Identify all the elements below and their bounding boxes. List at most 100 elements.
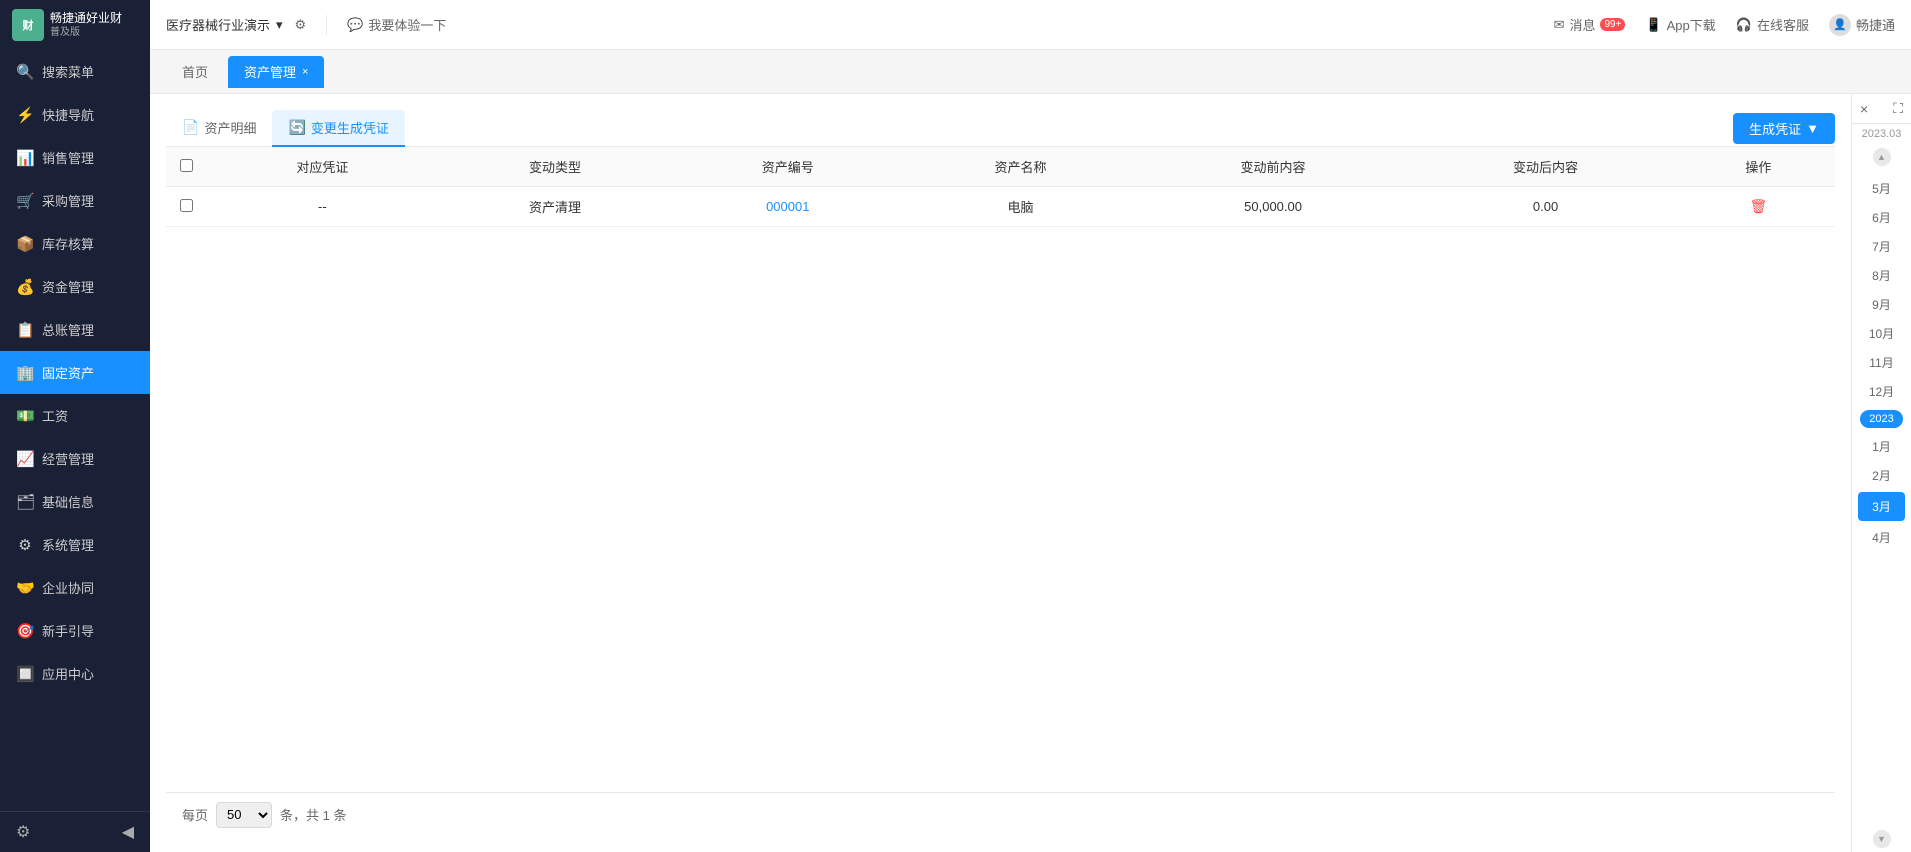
sidebar-item-business[interactable]: 📈经营管理: [0, 437, 150, 480]
month-item[interactable]: 7月: [1852, 232, 1911, 261]
row-checkbox[interactable]: [180, 199, 193, 212]
nav-down-btn[interactable]: ▼: [1873, 830, 1891, 848]
user-btn[interactable]: 👤 畅捷通: [1829, 14, 1895, 36]
tab-close-icon[interactable]: ×: [302, 66, 308, 78]
right-panel: × ⛶ 2023.03 ▲ 5月6月7月8月9月10月11月12月20231月2…: [1851, 94, 1911, 852]
feedback-btn[interactable]: 💬 我要体验一下: [347, 15, 446, 34]
message-label: 消息: [1569, 15, 1595, 34]
subtab-change-voucher-label: 变更生成凭证: [311, 118, 389, 137]
sidebar-purchase-icon: 🛒: [16, 192, 34, 210]
sidebar-item-basic[interactable]: 🗂基础信息: [0, 480, 150, 523]
col-before-change: 变动前内容: [1137, 147, 1410, 187]
sidebar-item-finance[interactable]: 💰资金管理: [0, 265, 150, 308]
month-item[interactable]: 9月: [1852, 290, 1911, 319]
sidebar-item-purchase[interactable]: 🛒采购管理: [0, 179, 150, 222]
collapse-icon[interactable]: ◀: [122, 822, 134, 842]
cell-action: 🗑: [1682, 187, 1835, 227]
sidebar-ledger-label: 总账管理: [42, 320, 94, 339]
sidebar-nav: 🔍搜索菜单⚡快捷导航📊销售管理🛒采购管理📦库存核算💰资金管理📋总账管理🏢固定资产…: [0, 50, 150, 811]
sidebar-item-guide[interactable]: 🎯新手引导: [0, 609, 150, 652]
asset-detail-icon: 📄: [182, 119, 199, 136]
sidebar-appstore-label: 应用中心: [42, 664, 94, 683]
message-badge: 99+: [1600, 18, 1625, 31]
message-btn[interactable]: ✉ 消息 99+: [1554, 15, 1626, 34]
sidebar-item-collab[interactable]: 🤝企业协同: [0, 566, 150, 609]
col-after-change: 变动后内容: [1409, 147, 1682, 187]
header-checkbox-cell: [166, 147, 206, 187]
cell-asset-name: 电脑: [904, 187, 1137, 227]
feedback-label: 我要体验一下: [368, 15, 446, 34]
sidebar-item-appstore[interactable]: 🔲 应用中心: [0, 652, 150, 695]
tab-bar: 首页 资产管理 ×: [150, 50, 1911, 94]
generate-btn-label: 生成凭证: [1749, 119, 1801, 138]
content-area: 📄 资产明细 🔄 变更生成凭证 生成凭证 ▼: [150, 94, 1911, 852]
month-item[interactable]: 10月: [1852, 319, 1911, 348]
cell-asset-code: 000001: [671, 187, 904, 227]
month-item[interactable]: 3月: [1858, 492, 1905, 521]
online-service-btn[interactable]: 🎧 在线客服: [1736, 15, 1809, 34]
subtab-change-voucher[interactable]: 🔄 变更生成凭证: [272, 110, 404, 147]
sidebar-item-fixed[interactable]: 🏢固定资产: [0, 351, 150, 394]
select-all-checkbox[interactable]: [180, 159, 193, 172]
subtab-asset-detail[interactable]: 📄 资产明细: [166, 110, 272, 147]
sidebar-system-icon: ⚙: [16, 536, 34, 554]
month-item[interactable]: 1月: [1852, 432, 1911, 461]
month-item[interactable]: 12月: [1852, 377, 1911, 406]
sidebar-item-sales[interactable]: 📊销售管理: [0, 136, 150, 179]
sidebar-guide-icon: 🎯: [16, 622, 34, 640]
month-item[interactable]: 11月: [1852, 348, 1911, 377]
row-checkbox-cell: [166, 187, 206, 227]
month-item[interactable]: 5月: [1852, 174, 1911, 203]
col-change-type: 变动类型: [439, 147, 672, 187]
page-size-select[interactable]: 102050100: [216, 802, 272, 828]
tab-asset-label: 资产管理: [244, 62, 296, 81]
month-nav-down[interactable]: ▼: [1869, 826, 1895, 852]
app-download-label: App下载: [1667, 15, 1716, 34]
month-item[interactable]: 4月: [1852, 523, 1911, 552]
sidebar-sales-icon: 📊: [16, 149, 34, 167]
logo-icon: 财: [12, 9, 44, 41]
sidebar-item-salary[interactable]: 💵工资: [0, 394, 150, 437]
sidebar-fixed-icon: 🏢: [16, 364, 34, 382]
tab-asset-manage[interactable]: 资产管理 ×: [228, 56, 324, 88]
generate-voucher-btn[interactable]: 生成凭证 ▼: [1733, 113, 1835, 144]
app-download-btn[interactable]: 📱 App下载: [1645, 15, 1715, 34]
topbar-divider: [326, 15, 327, 35]
month-item[interactable]: 8月: [1852, 261, 1911, 290]
main-area: 医疗器械行业演示 ▾ ⚙ 💬 我要体验一下 ✉ 消息 99+ 📱 App下载 🎧…: [150, 0, 1911, 852]
sidebar-footer: ⚙ ◀: [0, 811, 150, 852]
sidebar-item-ledger[interactable]: 📋总账管理: [0, 308, 150, 351]
table-row: -- 资产清理 000001 电脑 50,000.00 0.00 🗑: [166, 187, 1835, 227]
sidebar-search-label: 搜索菜单: [42, 62, 94, 81]
panel-close-icon[interactable]: ×: [1860, 101, 1868, 117]
table-header: 对应凭证 变动类型 资产编号 资产名称 变动前内容 变动后内容 操作: [166, 147, 1835, 187]
cell-change-type: 资产清理: [439, 187, 672, 227]
table-body: -- 资产清理 000001 电脑 50,000.00 0.00 🗑: [166, 187, 1835, 227]
panel-expand-icon[interactable]: ⛶: [1893, 100, 1903, 117]
change-voucher-icon: 🔄: [288, 119, 305, 136]
sidebar-item-system[interactable]: ⚙系统管理: [0, 523, 150, 566]
panel-year-label: 2023.03: [1860, 124, 1904, 144]
month-item[interactable]: 2月: [1852, 461, 1911, 490]
col-voucher: 对应凭证: [206, 147, 439, 187]
sidebar-item-inventory[interactable]: 📦库存核算: [0, 222, 150, 265]
company-selector[interactable]: 医疗器械行业演示 ▾: [166, 15, 283, 34]
company-name: 医疗器械行业演示: [166, 15, 270, 34]
nav-up-btn[interactable]: ▲: [1873, 148, 1891, 166]
month-item[interactable]: 6月: [1852, 203, 1911, 232]
sidebar-item-quicknav[interactable]: ⚡快捷导航: [0, 93, 150, 136]
user-avatar-icon: 👤: [1829, 14, 1851, 36]
month-nav-up[interactable]: ▲: [1869, 144, 1895, 170]
sidebar-item-search[interactable]: 🔍搜索菜单: [0, 50, 150, 93]
app-logo: 财 畅捷通好业财 普及版: [0, 0, 150, 50]
settings-icon[interactable]: ⚙: [16, 822, 30, 842]
sidebar-business-icon: 📈: [16, 450, 34, 468]
sidebar-finance-label: 资金管理: [42, 277, 94, 296]
asset-table-container: 对应凭证 变动类型 资产编号 资产名称 变动前内容 变动后内容 操作 -- 资产…: [166, 147, 1835, 792]
sidebar-appstore-icon: 🔲: [16, 665, 34, 683]
sidebar-quicknav-icon: ⚡: [16, 106, 34, 124]
delete-btn[interactable]: 🗑: [1750, 198, 1768, 214]
settings-gear-icon[interactable]: ⚙: [295, 17, 307, 33]
tab-home[interactable]: 首页: [166, 56, 224, 88]
sidebar-salary-icon: 💵: [16, 407, 34, 425]
